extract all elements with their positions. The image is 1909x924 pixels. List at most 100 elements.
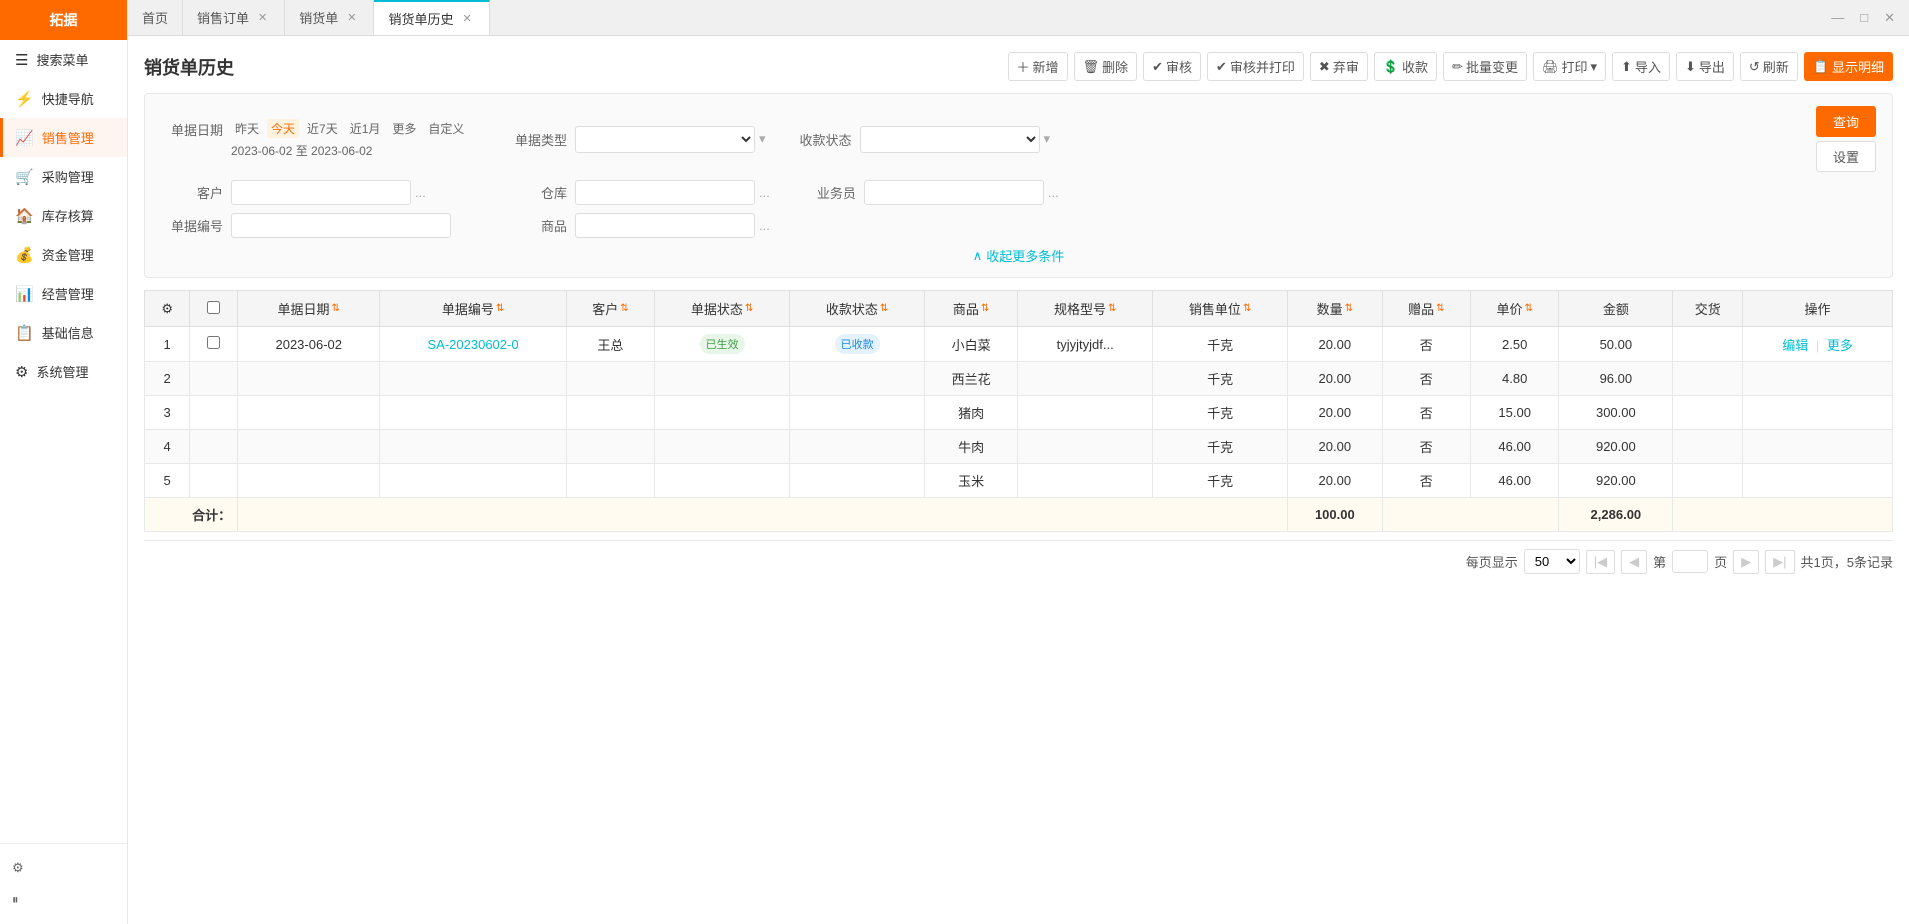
cell-customer [566,464,654,498]
collapse-button[interactable]: ∧ 收起更多条件 [161,246,1876,265]
tab-sales-order-close[interactable]: ✕ [255,10,270,25]
shortcut-custom[interactable]: 自定义 [424,119,468,138]
th-doc-date[interactable]: 单据日期 ⇅ [238,291,380,327]
th-checkbox[interactable] [190,291,238,327]
th-collect-status[interactable]: 收款状态 ⇅ [790,291,925,327]
prev-page-btn[interactable]: ◀ [1621,550,1647,574]
warehouse-dots[interactable]: ... [759,185,770,200]
goods-dots[interactable]: ... [759,218,770,233]
sidebar-item-basic-info[interactable]: 📋 基础信息 [0,313,127,352]
last-page-btn[interactable]: ▶| [1765,550,1794,574]
window-close-btn[interactable]: ✕ [1878,8,1901,28]
review-button[interactable]: ✔ 审核 [1143,52,1201,81]
edit-link[interactable]: 编辑 [1782,338,1808,353]
per-page-select[interactable]: 50 100 [1524,549,1580,574]
tab-home[interactable]: 首页 [128,0,183,35]
collect-button[interactable]: 💲 收款 [1374,52,1437,81]
cell-goods: 牛肉 [925,430,1018,464]
import-button[interactable]: ⬆ 导入 [1612,52,1670,81]
sidebar-item-label: 基础信息 [42,323,94,342]
th-spec-type[interactable]: 规格型号 ⇅ [1018,291,1153,327]
filter-warehouse-field: 仓库 ... [505,180,770,205]
sidebar-bottom-settings[interactable]: ⚙ [0,852,127,884]
toolbar: ＋ 新增 🗑 删除 ✔ 审核 ✔ 审核并打印 ✖ 弃审 [1008,52,1893,81]
th-customer[interactable]: 客户 ⇅ [566,291,654,327]
shortcut-more[interactable]: 更多 [388,119,420,138]
th-gift[interactable]: 赠品 ⇅ [1382,291,1470,327]
cell-doc-status [655,362,790,396]
table-header-row: ⚙ 单据日期 ⇅ 单据编号 ⇅ [145,291,1893,327]
cell-spec-type [1018,464,1153,498]
window-maximize-btn[interactable]: □ [1854,8,1874,27]
sidebar-item-sys-mgmt[interactable]: ⚙ 系统管理 [0,352,127,391]
cell-spec-type [1018,362,1153,396]
goods-input[interactable] [575,213,755,238]
salesperson-input[interactable] [864,180,1044,205]
new-button[interactable]: ＋ 新增 [1008,52,1068,81]
doc-no-link[interactable]: SA-20230602-0 [428,337,519,352]
status-badge: 已生效 [700,334,745,354]
basic-info-icon: 📋 [15,324,34,342]
sidebar-item-purchase-mgmt[interactable]: 🛒 采购管理 [0,157,127,196]
cell-checkbox[interactable] [190,327,238,362]
first-page-btn[interactable]: |◀ [1586,550,1615,574]
show-detail-button[interactable]: 📋 显示明细 [1804,52,1893,81]
shortcut-yesterday[interactable]: 昨天 [231,119,263,138]
collect-status-select[interactable] [860,126,1040,153]
th-gear[interactable]: ⚙ [145,291,190,327]
sidebar-item-label: 系统管理 [36,362,88,381]
th-amount: 金额 [1559,291,1673,327]
data-table: ⚙ 单据日期 ⇅ 单据编号 ⇅ [144,290,1893,532]
batch-change-button[interactable]: ✏ 批量变更 [1443,52,1527,81]
sidebar-bottom-pause[interactable]: ⏸ [0,884,127,916]
row-checkbox[interactable] [207,336,220,349]
shortcut-last1month[interactable]: 近1月 [346,119,385,138]
sidebar-item-finance-mgmt[interactable]: 💰 资金管理 [0,235,127,274]
sidebar-item-operations-mgmt[interactable]: 📊 经营管理 [0,274,127,313]
th-doc-no[interactable]: 单据编号 ⇅ [380,291,566,327]
tab-sales-order[interactable]: 销售订单 ✕ [183,0,285,35]
print-button[interactable]: 🖨 打印 ▾ [1533,52,1606,81]
review-print-button[interactable]: ✔ 审核并打印 [1207,52,1304,81]
shortcut-today[interactable]: 今天 [267,119,299,138]
salesperson-dots[interactable]: ... [1048,185,1059,200]
abandon-button[interactable]: ✖ 弃审 [1310,52,1368,81]
shortcut-last7days[interactable]: 近7天 [303,119,342,138]
sidebar-item-sales-mgmt[interactable]: 📈 销售管理 [0,118,127,157]
cell-checkbox[interactable] [190,430,238,464]
window-minimize-btn[interactable]: — [1825,8,1850,27]
more-link[interactable]: 更多 [1827,338,1853,353]
customer-dots[interactable]: ... [415,185,426,200]
customer-input[interactable] [231,180,411,205]
th-goods[interactable]: 商品 ⇅ [925,291,1018,327]
th-quantity[interactable]: 数量 ⇅ [1288,291,1382,327]
sidebar-item-search-menu[interactable]: ☰ 搜索菜单 [0,40,127,79]
select-all-checkbox[interactable] [207,301,220,314]
query-button[interactable]: 查询 [1816,106,1876,137]
tab-sales-history[interactable]: 销货单历史 ✕ [374,0,489,35]
cell-checkbox[interactable] [190,396,238,430]
export-button[interactable]: ⬇ 导出 [1676,52,1734,81]
docno-input[interactable] [231,213,451,238]
th-unit-price[interactable]: 单价 ⇅ [1470,291,1558,327]
tab-sales-delivery[interactable]: 销货单 ✕ [285,0,374,35]
th-doc-status[interactable]: 单据状态 ⇅ [655,291,790,327]
sort-sales-unit-icon: ⇅ [1243,303,1251,314]
current-page-input[interactable]: 1 [1672,550,1708,573]
delete-button[interactable]: 🗑 删除 [1074,52,1138,81]
cell-doc-status [655,430,790,464]
sidebar-item-inventory-calc[interactable]: 🏠 库存核算 [0,196,127,235]
refresh-button[interactable]: ↺ 刷新 [1740,52,1798,81]
settings-button[interactable]: 设置 [1816,141,1876,172]
warehouse-input[interactable] [575,180,755,205]
doc-type-select[interactable] [575,126,755,153]
tab-sales-order-label: 销售订单 [197,8,249,27]
cell-checkbox[interactable] [190,362,238,396]
cell-checkbox[interactable] [190,464,238,498]
cell-goods: 玉米 [925,464,1018,498]
tab-sales-delivery-close[interactable]: ✕ [344,10,359,25]
th-sales-unit[interactable]: 销售单位 ⇅ [1153,291,1288,327]
next-page-btn[interactable]: ▶ [1733,550,1759,574]
sidebar-item-quick-nav[interactable]: ⚡ 快捷导航 [0,79,127,118]
tab-sales-history-close[interactable]: ✕ [460,11,475,26]
